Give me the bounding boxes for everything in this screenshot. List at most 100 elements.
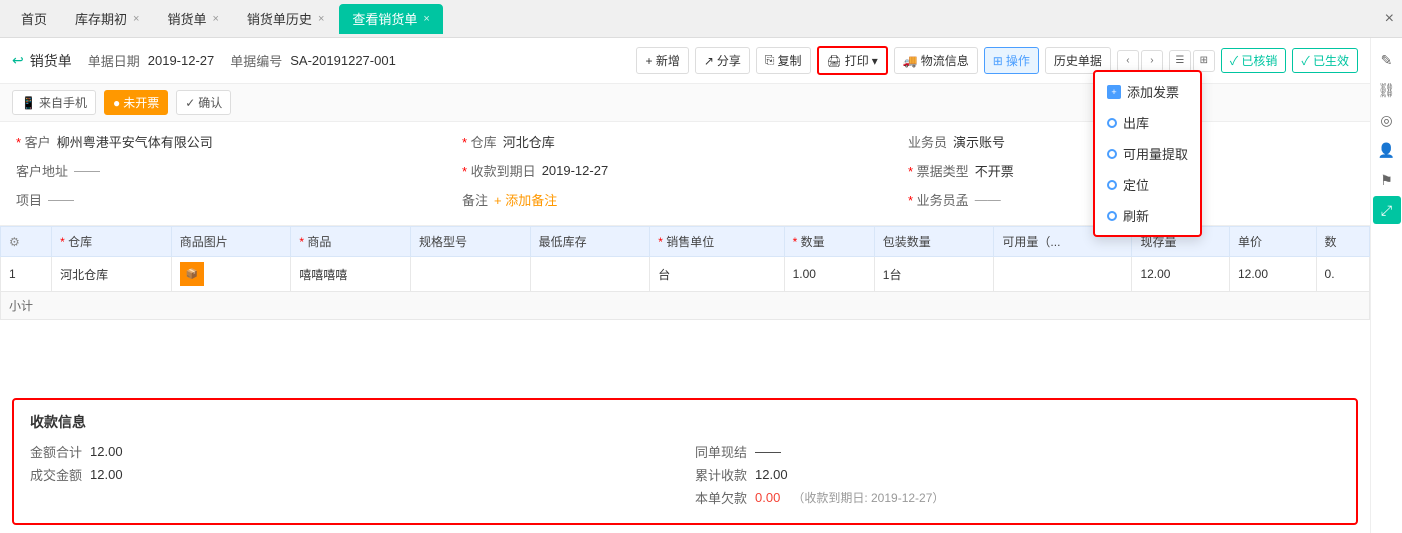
same-order-settlement-label: 同单现结 [695,442,747,461]
transaction-amount-row: 成交金额 12.00 [30,465,675,484]
pack-qty-column-header: 包装数量 [874,227,994,257]
cumulative-collection-label: 累计收款 [695,465,747,484]
tab-bar: 首页 库存期初 × 销货单 × 销货单历史 × 查看销货单 × × [0,0,1402,38]
salesperson-label: 业务员 [908,132,947,151]
warehouse-label: 仓库 [462,132,497,151]
salesperson2-label: 业务员孟 [908,190,969,209]
pack-qty-cell: 1台 [874,257,994,292]
prev-arrow[interactable]: ‹ [1117,50,1139,72]
min-stock-cell [530,257,650,292]
global-close-button[interactable]: × [1385,10,1394,28]
salesperson2-value: —— [975,192,1001,207]
panel-grid: 金额合计 12.00 成交金额 12.00 同单现结 —— 累计收款 [30,442,1340,511]
warehouse-field: 仓库 河北仓库 [462,132,908,151]
locate-icon [1107,180,1117,190]
tab-sales-history[interactable]: 销货单历史 × [234,4,337,34]
grid-view-button[interactable]: ⊞ [1193,50,1215,72]
operations-dropdown: + 添加发票 出库 可用量提取 定位 刷新 [1093,70,1202,237]
number-value: SA-20191227-001 [290,53,396,68]
doc-meta: 单据日期 2019-12-27 单据编号 SA-20191227-001 [88,51,396,70]
effective-badge[interactable]: ✓ 已生效 [1292,48,1358,73]
tab-close-inventory[interactable]: × [133,13,139,25]
right-sidebar: ✎ ⛓ ◎ 👤 ⚑ ⤢ [1370,38,1402,533]
tab-close-sales-order[interactable]: × [212,13,218,25]
transaction-amount-label: 成交金额 [30,465,82,484]
tab-view-sales[interactable]: 查看销货单 × [339,4,442,34]
quantity-column-header: 数量 [784,227,874,257]
row-num-cell: 1 [1,257,52,292]
amount-cell: 0. [1316,257,1369,292]
sidebar-user-button[interactable]: 👤 [1373,136,1401,164]
confirm-button[interactable]: ✓ 确认 [176,90,231,115]
operations-icon: ⊞ [993,54,1003,68]
not-open-ticket-button[interactable]: ● 未开票 [104,90,168,115]
share-button[interactable]: ↗ 分享 [695,47,750,74]
customer-address-value: —— [74,163,100,178]
locate-item[interactable]: 定位 [1095,169,1200,200]
current-balance-row: 本单欠款 0.00 （收款到期日: 2019-12-27） [695,488,1340,507]
tab-home[interactable]: 首页 [8,4,60,34]
salesperson-value: 演示账号 [953,132,1005,151]
sidebar-expand-button[interactable]: ⤢ [1373,196,1401,224]
plus-icon: + [494,193,502,208]
available-qty-item[interactable]: 可用量提取 [1095,138,1200,169]
customer-field: 客户 柳州粤港平安气体有限公司 [16,132,462,151]
refresh-item[interactable]: 刷新 [1095,200,1200,231]
number-label: 单据编号 SA-20191227-001 [230,51,396,70]
add-notes-button[interactable]: + 添加备注 [494,190,557,209]
sidebar-link-button[interactable]: ⛓ [1373,76,1401,104]
payment-date-label: 收款到期日 [462,161,536,180]
sales-unit-cell: 台 [650,257,784,292]
available-qty-icon [1107,149,1117,159]
warehouse-column-header: 仓库 [52,227,172,257]
tab-close-view-sales[interactable]: × [423,13,429,25]
check-icon: ✓ [1230,54,1238,68]
cumulative-collection-row: 累计收款 12.00 [695,465,1340,484]
view-toggle: ☰ ⊞ [1169,50,1215,72]
panel-left: 金额合计 12.00 成交金额 12.00 [30,442,675,511]
operations-button[interactable]: ⊞ 操作 [984,47,1039,74]
current-stock-cell: 12.00 [1132,257,1230,292]
copy-button[interactable]: ⎘ 复制 [756,47,811,74]
unit-price-column-header: 单价 [1230,227,1317,257]
canceled-badge[interactable]: ✓ 已核销 [1221,48,1287,73]
sidebar-eye-button[interactable]: ◎ [1373,106,1401,134]
link-icon: ⛓ [1378,82,1396,99]
sidebar-edit-button[interactable]: ✎ [1373,46,1401,74]
expand-icon: ⤢ [1381,202,1392,219]
customer-address-field: 客户地址 —— [16,161,462,180]
tab-inventory-init[interactable]: 库存期初 × [62,4,152,34]
same-order-settlement-row: 同单现结 —— [695,442,1340,461]
next-arrow[interactable]: › [1141,50,1163,72]
effective-check-icon: ✓ [1301,54,1309,68]
subtotal-label-cell: 小计 [1,292,1370,320]
doc-title-text: 销货单 [30,51,72,71]
share-icon: ↗ [704,54,714,68]
tab-sales-order[interactable]: 销货单 × [154,4,231,34]
add-invoice-icon: + [1107,85,1121,99]
tab-close-sales-history[interactable]: × [318,13,324,25]
doc-title: ↩ 销货单 [12,51,72,71]
spec-column-header: 规格型号 [410,227,530,257]
logistics-button[interactable]: 🚚 物流信息 [894,47,978,74]
date-value: 2019-12-27 [148,53,215,68]
add-invoice-item[interactable]: + 添加发票 [1095,76,1200,107]
print-button[interactable]: 🖨 打印 ▾ [817,46,888,75]
customer-value: 柳州粤港平安气体有限公司 [57,132,213,151]
notes-field: 备注 + 添加备注 [462,190,908,209]
list-view-button[interactable]: ☰ [1169,50,1191,72]
from-mobile-button[interactable]: 📱 来自手机 [12,90,96,115]
settings-column-header[interactable]: ⚙ [1,227,52,257]
transaction-amount-value: 12.00 [90,467,123,482]
outbound-item[interactable]: 出库 [1095,107,1200,138]
total-amount-label: 金额合计 [30,442,82,461]
sidebar-flag-button[interactable]: ⚑ [1373,166,1401,194]
subtotal-row: 小计 [1,292,1370,320]
nav-arrows: ‹ › [1117,50,1163,72]
doc-actions: + 新增 ↗ 分享 ⎘ 复制 🖨 打印 ▾ 🚚 物流信息 [636,46,1358,75]
new-button[interactable]: + 新增 [636,47,688,74]
project-field: 项目 —— [16,190,462,209]
refresh-icon [1107,211,1117,221]
settings-icon[interactable]: ⚙ [9,235,20,249]
product-column-header: 商品 [291,227,411,257]
